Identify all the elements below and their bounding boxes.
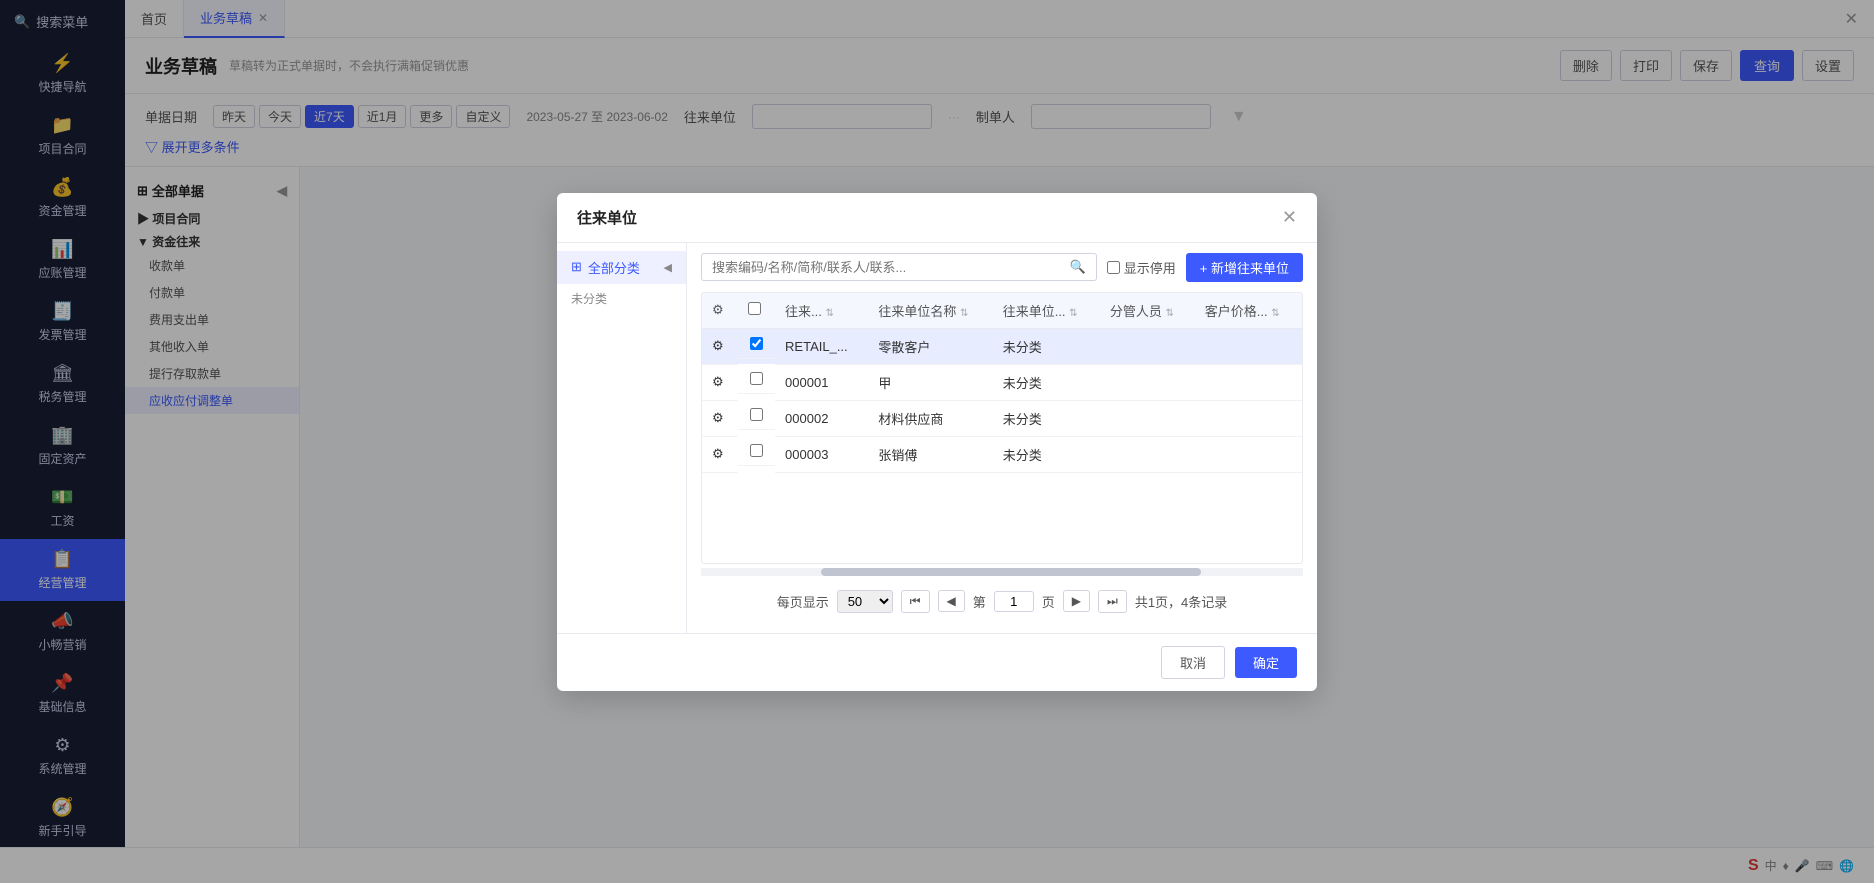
- row-category: 未分类: [993, 328, 1100, 364]
- row-code: 000001: [775, 364, 868, 400]
- row-category: 未分类: [993, 436, 1100, 472]
- row-checkbox[interactable]: [750, 408, 763, 421]
- modal-title: 往来单位: [577, 207, 637, 228]
- row-settings-cell[interactable]: ⚙: [702, 436, 738, 472]
- sort-icon-category: ⇅: [1069, 308, 1077, 319]
- row-category: 未分类: [993, 364, 1100, 400]
- row-code: RETAIL_...: [775, 328, 868, 364]
- col-name[interactable]: 往来单位名称 ⇅: [868, 293, 992, 329]
- row-price: [1195, 364, 1302, 400]
- row-code: 000002: [775, 400, 868, 436]
- modal-header: 往来单位 ✕: [557, 193, 1317, 243]
- row-settings-cell[interactable]: ⚙: [702, 400, 738, 436]
- row-checkbox[interactable]: [750, 372, 763, 385]
- table-header-row: ⚙ 往来... ⇅ 往来单位名称 ⇅ 往来单位... ⇅ 分管人员 ⇅ 客户价格…: [702, 293, 1302, 329]
- per-page-select[interactable]: 10 20 50 100: [837, 590, 893, 613]
- row-checkbox[interactable]: [750, 444, 763, 457]
- collapse-left-icon[interactable]: ◀: [664, 261, 672, 274]
- partner-modal: 往来单位 ✕ ⊞ 全部分类 ◀ 未分类 🔍 显示停用: [557, 193, 1317, 691]
- col-checkbox[interactable]: [738, 293, 775, 329]
- col-code[interactable]: 往来... ⇅: [775, 293, 868, 329]
- sort-icon-name: ⇅: [960, 308, 968, 319]
- sort-icon-code: ⇅: [826, 308, 834, 319]
- cancel-button[interactable]: 取消: [1161, 646, 1225, 679]
- select-all-checkbox[interactable]: [748, 302, 761, 315]
- first-page-btn[interactable]: ⏮: [901, 590, 930, 613]
- total-label: 共1页，4条记录: [1135, 592, 1227, 611]
- page-input[interactable]: [994, 591, 1034, 612]
- modal-search-box: 🔍: [701, 253, 1097, 281]
- last-page-btn[interactable]: ⏭: [1098, 590, 1127, 613]
- row-settings-cell[interactable]: ⚙: [702, 364, 738, 400]
- next-page-btn[interactable]: ▶: [1063, 590, 1090, 612]
- add-partner-button[interactable]: + 新增往来单位: [1186, 253, 1303, 282]
- col-price[interactable]: 客户价格... ⇅: [1195, 293, 1302, 329]
- row-checkbox-cell[interactable]: [738, 436, 775, 466]
- table-row[interactable]: ⚙ 000002 材料供应商 未分类: [702, 400, 1302, 436]
- row-checkbox[interactable]: [750, 337, 763, 350]
- modal-body: ⊞ 全部分类 ◀ 未分类 🔍 显示停用 + 新增往来单位: [557, 243, 1317, 633]
- show-disabled-label: 显示停用: [1124, 258, 1176, 277]
- row-salesperson: [1100, 364, 1195, 400]
- grid-icon-modal: ⊞: [571, 259, 582, 275]
- row-category: 未分类: [993, 400, 1100, 436]
- per-page-label: 每页显示: [777, 592, 829, 611]
- row-name: 零散客户: [868, 328, 992, 364]
- row-price: [1195, 328, 1302, 364]
- page-label-post: 页: [1042, 592, 1055, 611]
- table-row[interactable]: ⚙ 000001 甲 未分类: [702, 364, 1302, 400]
- row-checkbox-cell[interactable]: [738, 400, 775, 430]
- settings-icon: ⚙: [712, 374, 724, 389]
- row-salesperson: [1100, 328, 1195, 364]
- modal-search-icon: 🔍: [1070, 259, 1086, 275]
- page-label-pre: 第: [973, 592, 986, 611]
- modal-close-btn[interactable]: ✕: [1282, 207, 1297, 228]
- modal-toolbar: 🔍 显示停用 + 新增往来单位: [701, 253, 1303, 282]
- table-row[interactable]: ⚙ 000003 张销傅 未分类: [702, 436, 1302, 472]
- sort-icon-price: ⇅: [1271, 308, 1279, 319]
- settings-icon: ⚙: [712, 338, 724, 353]
- col-salesperson[interactable]: 分管人员 ⇅: [1100, 293, 1195, 329]
- prev-page-btn[interactable]: ◀: [938, 590, 965, 612]
- settings-icon: ⚙: [712, 446, 724, 461]
- modal-scrollbar-thumb: [821, 568, 1201, 576]
- col-settings[interactable]: ⚙: [702, 293, 738, 329]
- table-row[interactable]: ⚙ RETAIL_... 零散客户 未分类: [702, 328, 1302, 364]
- confirm-button[interactable]: 确定: [1235, 647, 1297, 678]
- row-salesperson: [1100, 436, 1195, 472]
- sort-icon-salesperson: ⇅: [1165, 308, 1173, 319]
- settings-icon: ⚙: [712, 410, 724, 425]
- row-salesperson: [1100, 400, 1195, 436]
- row-name: 材料供应商: [868, 400, 992, 436]
- modal-uncat-label[interactable]: 未分类: [557, 284, 686, 313]
- modal-pagination: 每页显示 10 20 50 100 ⏮ ◀ 第 页 ▶ ⏭ 共1页，4条记录: [701, 580, 1303, 623]
- row-checkbox-cell[interactable]: [738, 364, 775, 394]
- modal-search-input[interactable]: [712, 260, 1064, 275]
- modal-scrollbar[interactable]: [701, 568, 1303, 576]
- row-name: 张销傅: [868, 436, 992, 472]
- disabled-checkbox[interactable]: [1107, 261, 1120, 274]
- row-checkbox-cell[interactable]: [738, 329, 775, 359]
- row-price: [1195, 436, 1302, 472]
- row-settings-cell[interactable]: ⚙: [702, 328, 738, 364]
- modal-footer: 取消 确定: [557, 633, 1317, 691]
- row-price: [1195, 400, 1302, 436]
- modal-all-category[interactable]: ⊞ 全部分类 ◀: [557, 251, 686, 284]
- modal-right-panel: 🔍 显示停用 + 新增往来单位 ⚙ 往来... ⇅ 往来单位名称 ⇅: [687, 243, 1317, 633]
- show-disabled-toggle[interactable]: 显示停用: [1107, 258, 1176, 277]
- modal-all-label: 全部分类: [588, 258, 640, 277]
- modal-table: ⚙ 往来... ⇅ 往来单位名称 ⇅ 往来单位... ⇅ 分管人员 ⇅ 客户价格…: [701, 292, 1303, 564]
- modal-left-panel: ⊞ 全部分类 ◀ 未分类: [557, 243, 687, 633]
- row-name: 甲: [868, 364, 992, 400]
- col-category[interactable]: 往来单位... ⇅: [993, 293, 1100, 329]
- row-code: 000003: [775, 436, 868, 472]
